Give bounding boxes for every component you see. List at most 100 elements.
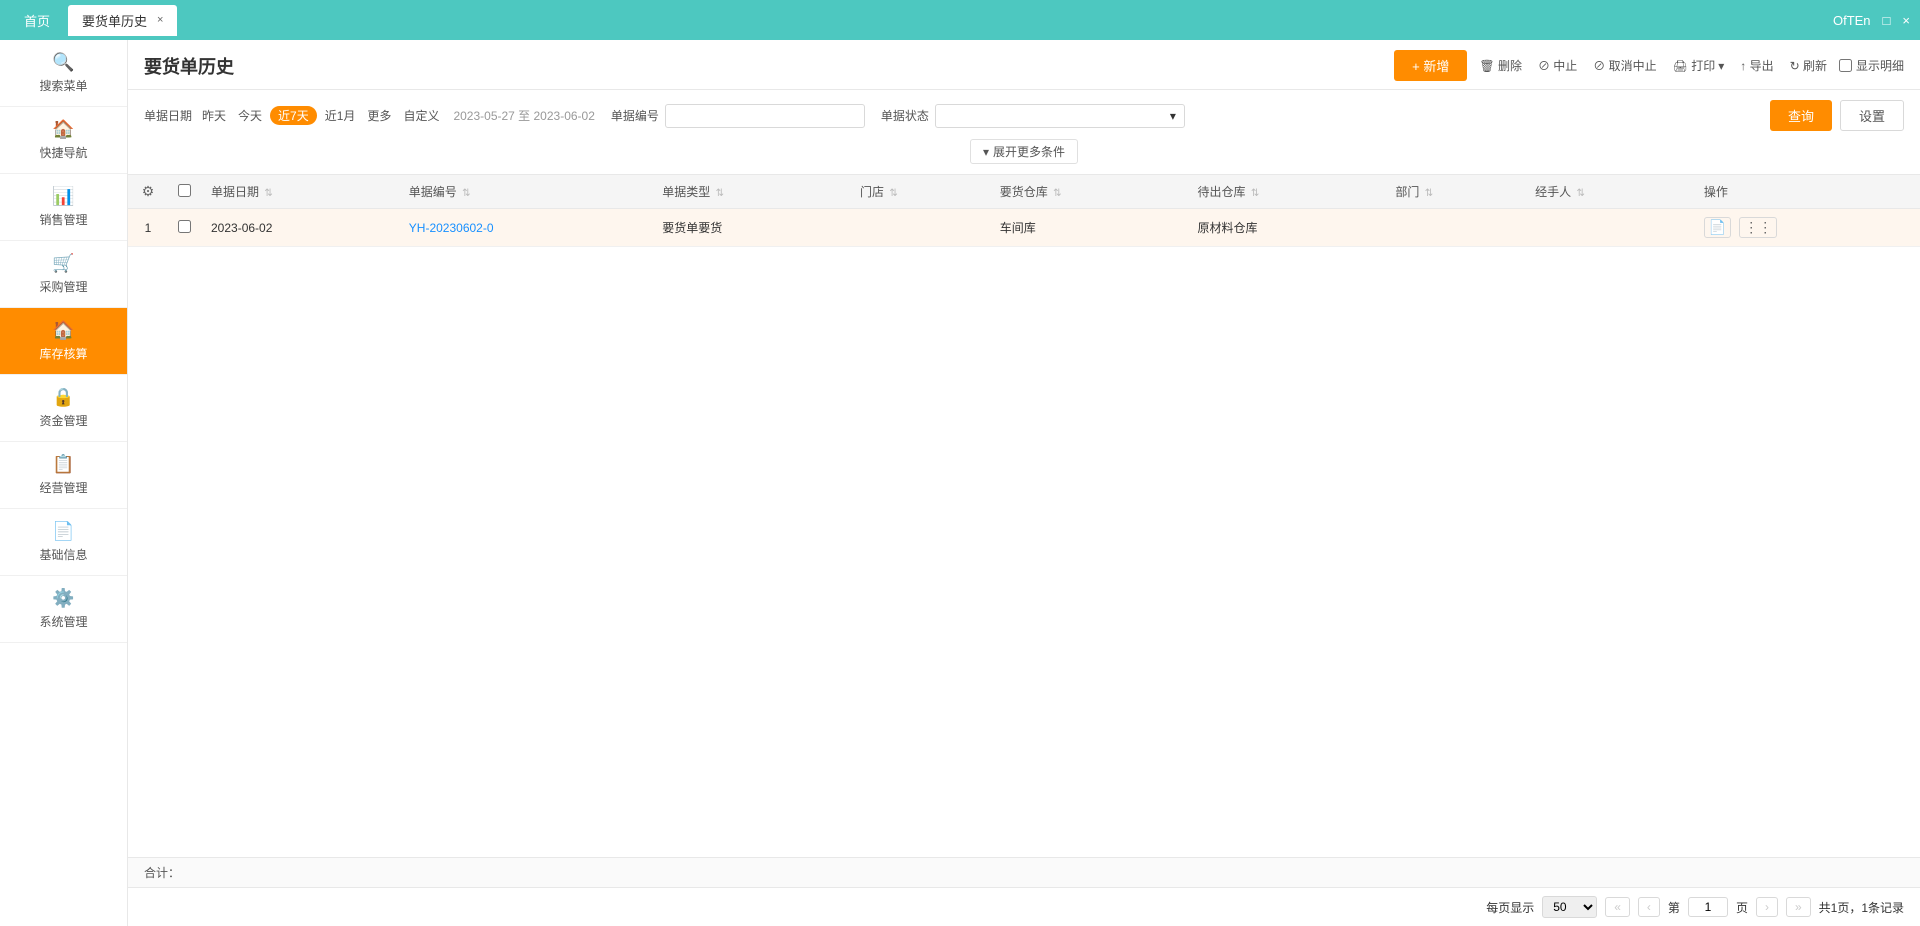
sidebar-item-operation[interactable]: 📋 经营管理	[0, 442, 127, 509]
col-department-label: 部门	[1395, 185, 1419, 199]
main-table: ⚙ 单据日期 ⇅ 单据编号 ⇅	[128, 175, 1920, 247]
suspend-label: ⊘ 中止	[1538, 57, 1577, 74]
page-size-select[interactable]: 50 10 20 100	[1542, 896, 1597, 918]
col-pending-warehouse-label: 待出仓库	[1198, 185, 1246, 199]
page-title: 要货单历史	[144, 53, 234, 79]
sidebar-item-label: 库存核算	[39, 345, 87, 362]
col-req-warehouse: 要货仓库 ⇅	[990, 175, 1188, 209]
cancel-suspend-button[interactable]: ⊘ 取消中止	[1589, 55, 1660, 76]
date-btn-more[interactable]: 更多	[363, 106, 395, 125]
sort-req-warehouse-icon[interactable]: ⇅	[1053, 188, 1061, 199]
row-bill-date: 2023-06-02	[201, 209, 399, 247]
refresh-button[interactable]: ↻ 刷新	[1786, 55, 1831, 76]
col-pending-warehouse: 待出仓库 ⇅	[1188, 175, 1386, 209]
bill-status-dropdown-icon: ▾	[1170, 109, 1176, 123]
sidebar-item-finance[interactable]: 🔒 资金管理	[0, 375, 127, 442]
new-button[interactable]: + 新增	[1394, 50, 1467, 81]
date-btn-1month[interactable]: 近1月	[321, 106, 360, 125]
sidebar-item-sales[interactable]: 📊 销售管理	[0, 174, 127, 241]
tab-requisition-history[interactable]: 要货单历史 ×	[68, 5, 177, 36]
date-btn-7days[interactable]: 近7天	[270, 106, 317, 125]
prev-page-button[interactable]: ‹	[1638, 897, 1660, 917]
sidebar-item-quick-nav[interactable]: 🏠 快捷导航	[0, 107, 127, 174]
content-area: 要货单历史 + 新增 🗑 删除 ⊘ 中止 ⊘ 取消中止 🖨 打印 ▾	[128, 40, 1920, 926]
expand-icon: ▾	[983, 145, 989, 159]
display-detail-checkbox[interactable]	[1839, 59, 1852, 72]
sidebar-item-basic-info[interactable]: 📄 基础信息	[0, 509, 127, 576]
quick-nav-icon: 🏠	[52, 119, 74, 140]
col-handler-label: 经手人	[1535, 185, 1571, 199]
date-btn-custom[interactable]: 自定义	[399, 106, 443, 125]
first-page-button[interactable]: «	[1605, 897, 1630, 917]
col-bill-date-label: 单据日期	[211, 185, 259, 199]
tab-close-icon[interactable]: ×	[157, 14, 163, 26]
settings-button[interactable]: 设置	[1840, 100, 1904, 131]
expand-more-button[interactable]: ▾ 展开更多条件	[970, 139, 1078, 164]
bill-no-link[interactable]: YH-20230602-0	[409, 221, 494, 235]
sort-bill-no-icon[interactable]: ⇅	[462, 188, 470, 199]
row-action-buttons: 📄 ⋮⋮	[1704, 217, 1910, 238]
date-btn-today[interactable]: 今天	[234, 106, 266, 125]
sidebar-item-label: 经营管理	[39, 479, 87, 496]
sidebar-item-label: 快捷导航	[39, 144, 87, 161]
sort-store-icon[interactable]: ⇅	[889, 188, 897, 199]
sort-department-icon[interactable]: ⇅	[1425, 188, 1433, 199]
sidebar-item-label: 采购管理	[39, 278, 87, 295]
date-btn-yesterday[interactable]: 昨天	[198, 106, 230, 125]
inventory-icon: 🏠	[52, 320, 74, 341]
print-dropdown-icon[interactable]: ▾	[1718, 59, 1724, 73]
row-num: 1	[128, 209, 168, 247]
sort-handler-icon[interactable]: ⇅	[1576, 188, 1584, 199]
row-bill-no: YH-20230602-0	[399, 209, 652, 247]
suspend-button[interactable]: ⊘ 中止	[1534, 55, 1581, 76]
table-wrapper: ⚙ 单据日期 ⇅ 单据编号 ⇅	[128, 175, 1920, 247]
filter-bill-no: 单据编号	[611, 104, 865, 128]
sort-bill-date-icon[interactable]: ⇅	[264, 188, 272, 199]
col-bill-date: 单据日期 ⇅	[201, 175, 399, 209]
last-page-button[interactable]: »	[1786, 897, 1811, 917]
row-checkbox-cell	[168, 209, 201, 247]
row-bill-type: 要货单要货	[652, 209, 850, 247]
display-detail-label: 显示明细	[1856, 57, 1904, 74]
sort-pending-warehouse-icon[interactable]: ⇅	[1251, 188, 1259, 199]
col-bill-type-label: 单据类型	[662, 185, 710, 199]
sidebar-item-inventory[interactable]: 🏠 库存核算	[0, 308, 127, 375]
col-actions: 操作	[1694, 175, 1920, 209]
col-req-warehouse-label: 要货仓库	[1000, 185, 1048, 199]
finance-icon: 🔒	[52, 387, 74, 408]
summary-label: 合计：	[144, 864, 180, 881]
close-button[interactable]: ×	[1902, 13, 1910, 28]
filter-date: 单据日期 昨天 今天 近7天 近1月 更多 自定义 2023-05-27 至 2…	[144, 106, 595, 125]
export-label: ↑ 导出	[1740, 57, 1773, 74]
sort-bill-type-icon[interactable]: ⇅	[716, 188, 724, 199]
sidebar-item-label: 销售管理	[39, 211, 87, 228]
col-department: 部门 ⇅	[1385, 175, 1525, 209]
sidebar-item-search-menu[interactable]: 🔍 搜索菜单	[0, 40, 127, 107]
filter-area: 单据日期 昨天 今天 近7天 近1月 更多 自定义 2023-05-27 至 2…	[128, 90, 1920, 175]
print-button[interactable]: 🖨 打印 ▾	[1669, 55, 1729, 76]
query-button[interactable]: 查询	[1770, 100, 1832, 131]
page-number-input[interactable]	[1688, 897, 1728, 917]
tab-home[interactable]: 首页	[10, 5, 64, 36]
maximize-button[interactable]: □	[1883, 13, 1891, 28]
display-detail-toggle[interactable]: 显示明细	[1839, 57, 1904, 74]
column-settings-icon[interactable]: ⚙	[142, 183, 155, 199]
row-more-button[interactable]: ⋮⋮	[1739, 217, 1777, 238]
sidebar-item-label: 搜索菜单	[39, 77, 87, 94]
row-view-button[interactable]: 📄	[1704, 217, 1731, 238]
bill-no-input[interactable]	[665, 104, 865, 128]
delete-button[interactable]: 🗑 删除	[1475, 55, 1526, 76]
table-row: 1 2023-06-02 YH-20230602-0 要货单要货 车间库	[128, 209, 1920, 247]
export-button[interactable]: ↑ 导出	[1736, 55, 1777, 76]
top-bar-controls: OfTEn □ ×	[1833, 13, 1910, 28]
sidebar-item-purchase[interactable]: 🛒 采购管理	[0, 241, 127, 308]
col-bill-type: 单据类型 ⇅	[652, 175, 850, 209]
next-page-button[interactable]: ›	[1756, 897, 1778, 917]
bill-status-select[interactable]: ▾	[935, 104, 1185, 128]
select-all-checkbox[interactable]	[178, 184, 191, 197]
operation-icon: 📋	[52, 454, 74, 475]
date-filter-buttons: 昨天 今天 近7天 近1月 更多 自定义	[198, 106, 443, 125]
row-checkbox[interactable]	[178, 220, 191, 233]
expand-more-row: ▾ 展开更多条件	[144, 139, 1904, 164]
sidebar-item-system[interactable]: ⚙️ 系统管理	[0, 576, 127, 643]
